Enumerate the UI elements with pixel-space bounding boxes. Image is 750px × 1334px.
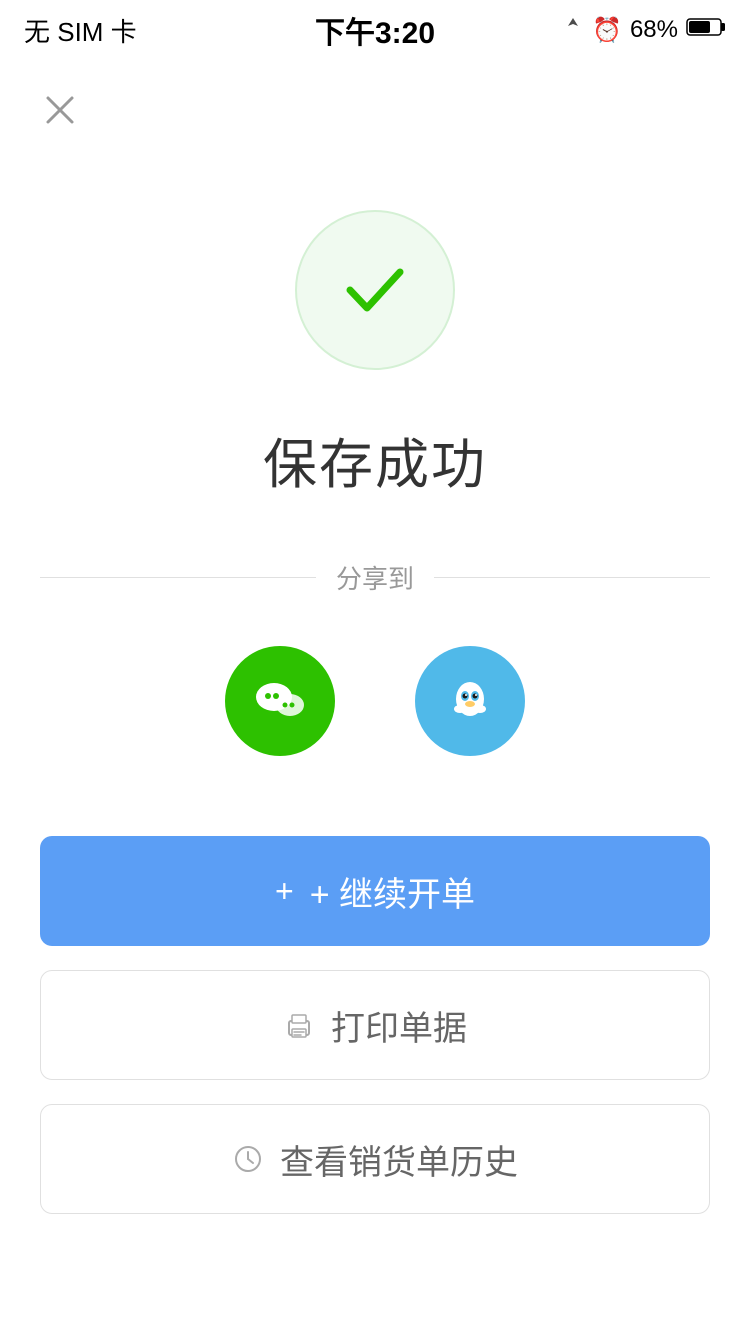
status-right: ⏰ 68%	[562, 16, 726, 45]
share-wechat[interactable]	[225, 646, 335, 756]
location-icon	[562, 16, 584, 45]
clock-icon	[232, 1143, 264, 1175]
print-label: 打印单据	[331, 1001, 467, 1050]
continue-button[interactable]: + + 继续开单	[40, 836, 710, 946]
printer-icon	[283, 1009, 315, 1041]
status-time: 下午3:20	[315, 8, 435, 52]
close-button[interactable]	[30, 80, 90, 140]
action-buttons: + + 继续开单 打印单据	[40, 836, 710, 1214]
sim-status: 无 SIM 卡	[24, 12, 137, 49]
share-icons	[225, 646, 525, 756]
plus-icon: +	[275, 873, 294, 910]
share-label: 分享到	[336, 559, 414, 596]
checkmark-icon	[335, 248, 415, 333]
divider-left	[40, 577, 316, 578]
main-content: 保存成功 分享到	[0, 160, 750, 1334]
alarm-icon: ⏰	[592, 16, 622, 45]
share-qq[interactable]	[415, 646, 525, 756]
success-icon-circle	[295, 210, 455, 370]
qq-circle	[415, 646, 525, 756]
divider-row: 分享到	[40, 559, 710, 596]
share-section: 分享到	[40, 559, 710, 756]
wechat-circle	[225, 646, 335, 756]
history-button[interactable]: 查看销货单历史	[40, 1104, 710, 1214]
divider-right	[434, 577, 710, 578]
success-title: 保存成功	[263, 420, 487, 499]
status-left: 无 SIM 卡	[24, 12, 147, 49]
print-button[interactable]: 打印单据	[40, 970, 710, 1080]
history-label: 查看销货单历史	[280, 1135, 518, 1184]
battery-percent: 68%	[630, 16, 678, 44]
status-bar: 无 SIM 卡 下午3:20 ⏰ 68%	[0, 0, 750, 60]
continue-label: + 继续开单	[310, 867, 475, 916]
battery-icon	[686, 16, 726, 45]
